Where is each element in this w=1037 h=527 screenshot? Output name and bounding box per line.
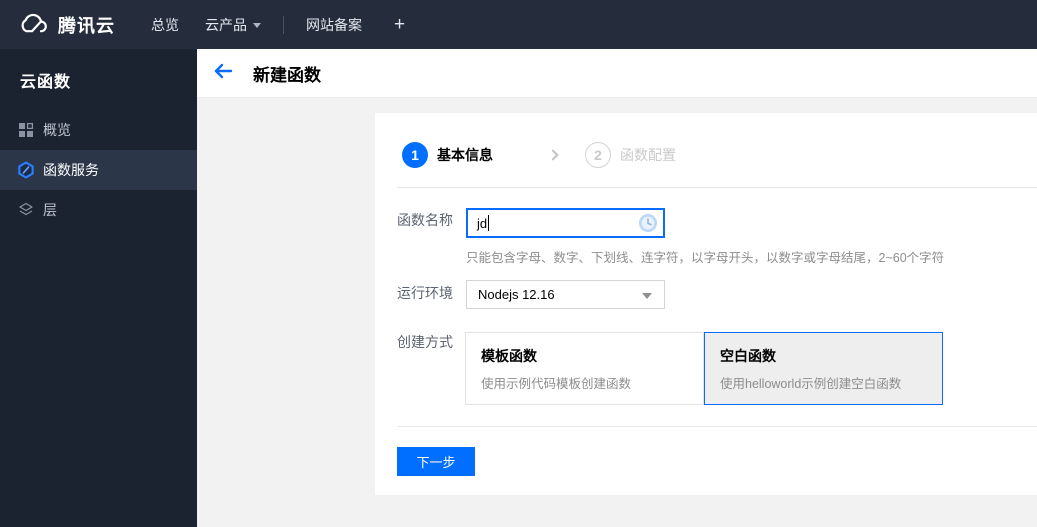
steps-divider (397, 187, 1037, 188)
scf-hexagon-icon (17, 161, 35, 179)
function-name-value: jd (477, 215, 488, 231)
function-name-help: 只能包含字母、数字、下划线、连字符，以字母开头，以数字或字母结尾，2~60个字符 (466, 251, 945, 265)
nav-item-cloud-products[interactable]: 云产品 (205, 15, 261, 35)
creation-method-options: 模板函数 使用示例代码模板创建函数 空白函数 使用helloworld示例创建空… (465, 332, 943, 405)
layers-icon (17, 201, 35, 219)
sidebar-item-function-service[interactable]: 函数服务 (0, 150, 197, 190)
clock-icon[interactable] (638, 213, 658, 233)
back-button[interactable] (213, 63, 233, 84)
method-card-template-function[interactable]: 模板函数 使用示例代码模板创建函数 (465, 332, 704, 405)
content-area: 1 基本信息 2 函数配置 函数名称 jd 只能包含字母、数字、下划线、连字符，… (197, 99, 1037, 527)
add-tab-button[interactable]: + (394, 15, 405, 34)
nav-item-icp-filing[interactable]: 网站备案 (306, 15, 362, 35)
logo-text: 腾讯云 (58, 15, 115, 36)
method-card-desc: 使用示例代码模板创建函数 (481, 377, 632, 391)
sidebar-title: 云函数 (20, 74, 72, 91)
sidebar-item-layers[interactable]: 层 (0, 190, 197, 230)
grid-overview-icon (17, 121, 35, 139)
footer-divider (397, 426, 1037, 427)
method-card-title: 空白函数 (720, 348, 776, 364)
sidebar-item-label: 层 (43, 202, 57, 218)
step-2-circle: 2 (585, 142, 611, 168)
tencent-cloud-logo[interactable]: 腾讯云 (18, 12, 115, 38)
tencent-cloud-console: 腾讯云 总览 云产品 网站备案 + 云函数 概览 函数服务 层 新建函数 1 基… (0, 0, 1037, 527)
runtime-select[interactable]: Nodejs 12.16 (466, 280, 665, 309)
method-card-desc: 使用helloworld示例创建空白函数 (720, 377, 902, 391)
cloud-logo-icon (18, 13, 48, 37)
chevron-down-icon (253, 23, 261, 28)
page-title: 新建函数 (253, 65, 321, 85)
runtime-selected-value: Nodejs 12.16 (478, 287, 555, 302)
chevron-right-icon (547, 149, 559, 161)
step-2-label: 函数配置 (620, 147, 676, 163)
navbar-separator (283, 15, 284, 34)
function-name-label: 函数名称 (397, 212, 453, 228)
page-header: 新建函数 (197, 49, 1037, 98)
wizard-steps: 1 基本信息 2 函数配置 (402, 142, 676, 168)
sidebar-menu: 概览 函数服务 层 (0, 110, 197, 230)
select-caret-icon (642, 293, 652, 299)
create-function-card: 1 基本信息 2 函数配置 函数名称 jd 只能包含字母、数字、下划线、连字符，… (375, 113, 1037, 495)
runtime-label: 运行环境 (397, 285, 453, 301)
creation-method-label: 创建方式 (397, 334, 453, 350)
text-cursor (488, 215, 490, 231)
step-1-circle: 1 (402, 142, 428, 168)
top-navbar: 腾讯云 总览 云产品 网站备案 + (0, 0, 1037, 49)
method-card-blank-function[interactable]: 空白函数 使用helloworld示例创建空白函数 (704, 332, 943, 405)
nav-item-overview[interactable]: 总览 (151, 15, 179, 35)
function-name-input[interactable]: jd (466, 208, 665, 238)
sidebar-item-label: 概览 (43, 122, 71, 138)
step-1-label: 基本信息 (437, 147, 493, 163)
sidebar-item-label: 函数服务 (43, 162, 99, 178)
method-card-title: 模板函数 (481, 348, 537, 364)
sidebar: 云函数 概览 函数服务 层 (0, 49, 197, 527)
sidebar-item-overview[interactable]: 概览 (0, 110, 197, 150)
next-step-button[interactable]: 下一步 (397, 447, 475, 476)
arrow-left-icon (213, 63, 233, 84)
